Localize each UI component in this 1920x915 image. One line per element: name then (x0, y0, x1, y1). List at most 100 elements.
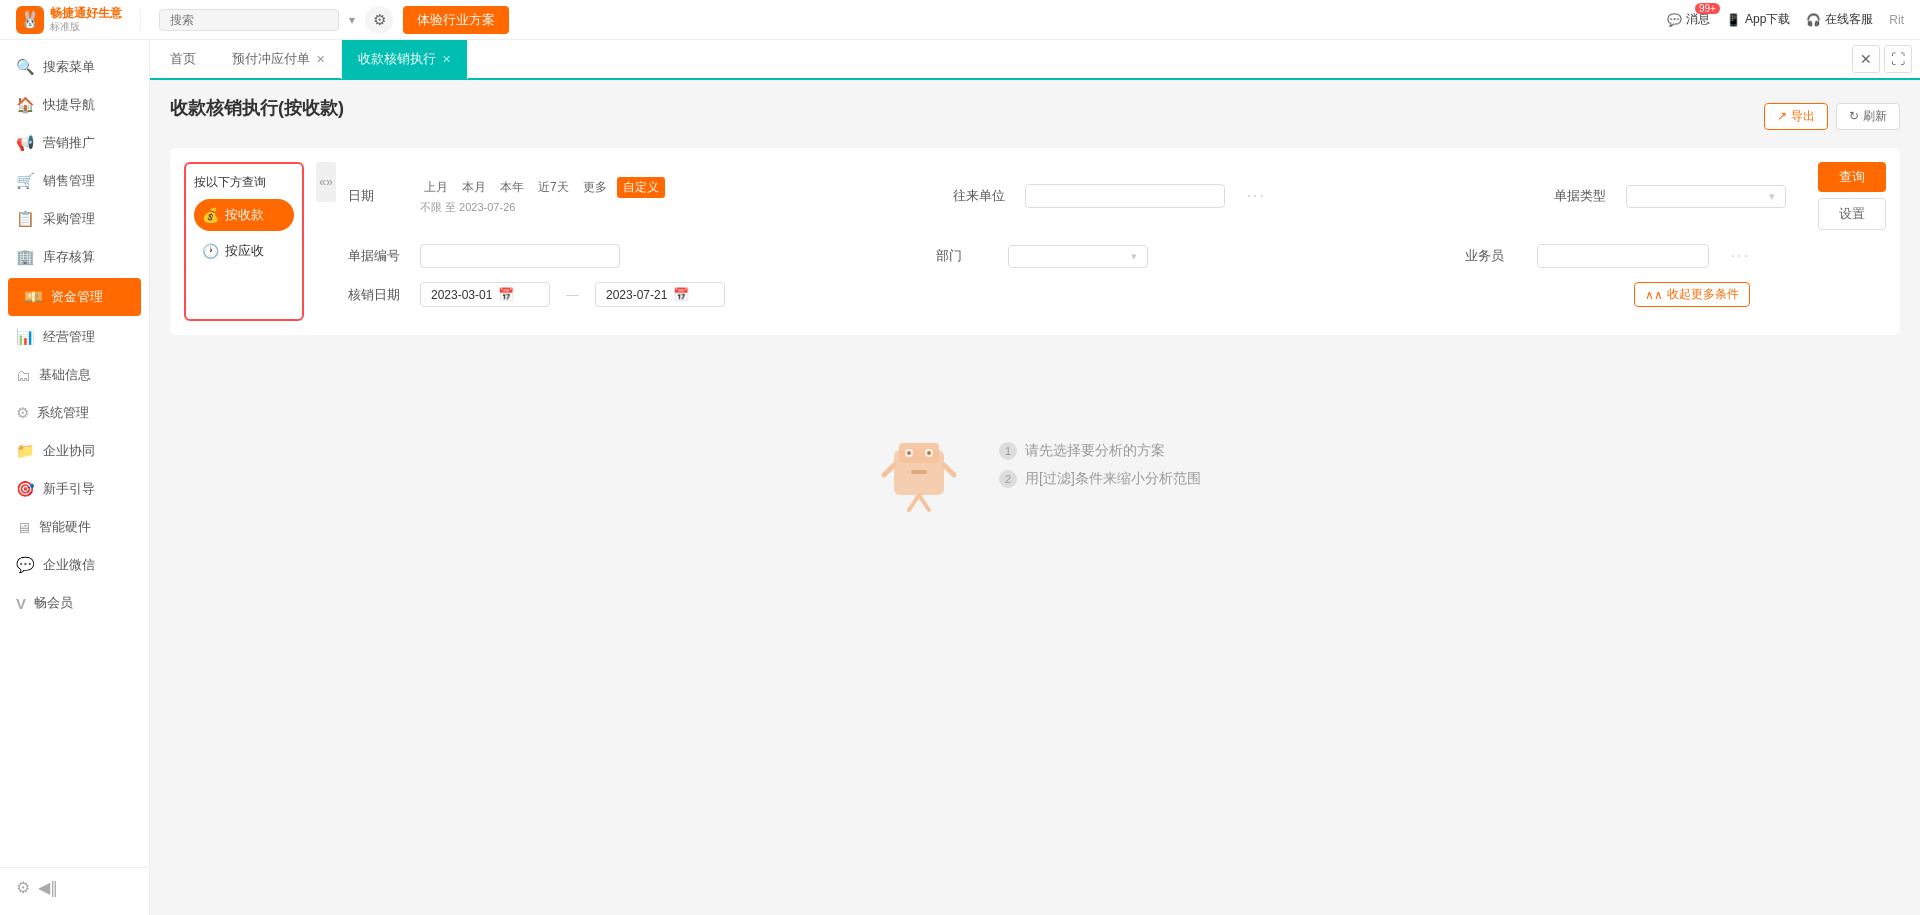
service-label: 在线客服 (1825, 11, 1873, 28)
bill-type-label: 单据类型 (1554, 187, 1610, 205)
date-tab-7days[interactable]: 近7天 (534, 177, 573, 198)
purchase-icon: 📋 (16, 210, 35, 228)
date-unlimited-label: 不限 至 2023-07-26 (420, 200, 665, 215)
message-btn[interactable]: 💬 消息 99+ (1667, 11, 1710, 28)
svg-point-4 (907, 451, 911, 455)
hint-label-2: 用[过滤]条件来缩小分析范围 (1025, 470, 1201, 488)
page-actions: ↗ 导出 ↻ 刷新 (1764, 103, 1900, 130)
sidebar-label-inventory: 库存核算 (43, 248, 95, 266)
filter-option-receipt-label: 按收款 (225, 206, 264, 224)
tab-home[interactable]: 首页 (150, 50, 216, 68)
date-tab-more[interactable]: 更多 (579, 177, 611, 198)
query-btns: 查询 设置 (1818, 162, 1886, 230)
verify-date-start[interactable]: 2023-03-01 📅 (420, 282, 550, 307)
filter-option-by-receivable[interactable]: 🕐 按应收 (194, 235, 294, 267)
staff-input[interactable] (1537, 244, 1709, 268)
bill-type-chevron-icon: ▾ (1769, 190, 1775, 203)
export-label: 导出 (1791, 108, 1815, 125)
staff-dots-icon[interactable]: ··· (1731, 247, 1750, 265)
sidebar-item-search[interactable]: 🔍 搜索菜单 (0, 48, 149, 86)
counterpart-dots-icon[interactable]: ··· (1247, 187, 1266, 205)
bill-type-select[interactable]: ▾ (1626, 185, 1786, 208)
dept-select[interactable]: ▾ (1008, 245, 1148, 268)
sidebar-label-guide: 新手引导 (43, 480, 95, 498)
tab-prepay-close-icon[interactable]: ✕ (316, 53, 325, 66)
sidebar-item-nav[interactable]: 🏠 快捷导航 (0, 86, 149, 124)
edition-label: 标准版 (50, 21, 122, 33)
verify-date-start-value: 2023-03-01 (431, 288, 492, 302)
search-input[interactable] (159, 9, 339, 31)
online-service-btn[interactable]: 🎧 在线客服 (1806, 11, 1873, 28)
sidebar-label-system: 系统管理 (37, 404, 89, 422)
sidebar-label-hardware: 智能硬件 (39, 518, 91, 536)
refresh-label: 刷新 (1863, 108, 1887, 125)
counterpart-input[interactable] (1025, 184, 1225, 208)
search-chevron-icon[interactable]: ▾ (349, 13, 355, 27)
verify-date-end-cal-icon[interactable]: 📅 (673, 287, 689, 302)
date-tab-custom[interactable]: 自定义 (617, 177, 665, 198)
sidebar-item-finance[interactable]: 💴 资金管理 (8, 278, 141, 316)
date-tab-thismonth[interactable]: 本月 (458, 177, 490, 198)
tab-close-all-icon[interactable]: ✕ (1852, 45, 1880, 73)
filter-collapse-btn[interactable]: «» (316, 162, 336, 202)
service-icon: 🎧 (1806, 13, 1821, 27)
settings-bottom-icon[interactable]: ⚙ (16, 878, 30, 897)
date-tab-lastmonth[interactable]: 上月 (420, 177, 452, 198)
sidebar-item-marketing[interactable]: 📢 营销推广 (0, 124, 149, 162)
tab-prepay[interactable]: 预付冲应付单 ✕ (216, 40, 342, 79)
sidebar-item-guide[interactable]: 🎯 新手引导 (0, 470, 149, 508)
sidebar-item-wechat[interactable]: 💬 企业微信 (0, 546, 149, 584)
user-name[interactable]: Rit (1889, 13, 1904, 27)
tab-prepay-label: 预付冲应付单 (232, 50, 310, 68)
sidebar: 🔍 搜索菜单 🏠 快捷导航 📢 营销推广 🛒 销售管理 📋 采购管理 🏢 库存核… (0, 40, 150, 915)
settings-gear-icon[interactable]: ⚙ (365, 6, 393, 34)
sidebar-bottom: ⚙ ◀‖ (0, 867, 149, 907)
verify-date-start-cal-icon[interactable]: 📅 (498, 287, 514, 302)
setting-btn[interactable]: 设置 (1818, 198, 1886, 230)
sidebar-label-marketing: 营销推广 (43, 134, 95, 152)
filter-option-by-receipt[interactable]: 💰 按收款 (194, 199, 294, 231)
sidebar-item-operations[interactable]: 📊 经营管理 (0, 318, 149, 356)
sidebar-item-member[interactable]: V 畅会员 (0, 584, 149, 622)
bill-no-input[interactable] (420, 244, 620, 268)
hardware-icon: 🖥 (16, 519, 31, 536)
sidebar-item-basic-info[interactable]: 🗂 基础信息 (0, 356, 149, 394)
verify-date-end[interactable]: 2023-07-21 📅 (595, 282, 725, 307)
sidebar-item-sales[interactable]: 🛒 销售管理 (0, 162, 149, 200)
main-layout: 🔍 搜索菜单 🏠 快捷导航 📢 营销推广 🛒 销售管理 📋 采购管理 🏢 库存核… (0, 40, 1920, 915)
date-tab-thisyear[interactable]: 本年 (496, 177, 528, 198)
expand-conditions-btn[interactable]: ∧∧ 收起更多条件 (1634, 282, 1750, 307)
expand-icon: ∧∧ (1645, 288, 1663, 302)
tab-verify-close-icon[interactable]: ✕ (442, 53, 451, 66)
inventory-icon: 🏢 (16, 248, 35, 266)
industry-btn[interactable]: 体验行业方案 (403, 6, 509, 34)
tab-verify[interactable]: 收款核销执行 ✕ (342, 40, 468, 79)
sidebar-item-collab[interactable]: 📁 企业协同 (0, 432, 149, 470)
export-btn[interactable]: ↗ 导出 (1764, 103, 1828, 130)
app-download-label: App下载 (1745, 11, 1790, 28)
query-btn[interactable]: 查询 (1818, 162, 1886, 192)
tab-bar-actions: ✕ ⛶ (1852, 45, 1920, 73)
filter-row-2: 单据编号 部门 ▾ 业务员 ··· (348, 244, 1886, 268)
sidebar-label-basic-info: 基础信息 (39, 366, 91, 384)
date-separator: — (566, 287, 579, 302)
receipt-icon: 💰 (202, 207, 219, 223)
tab-maximize-icon[interactable]: ⛶ (1884, 45, 1912, 73)
sidebar-label-search: 搜索菜单 (43, 58, 95, 76)
app-download-btn[interactable]: 📱 App下载 (1726, 11, 1790, 28)
nav-icon: 🏠 (16, 96, 35, 114)
sidebar-label-nav: 快捷导航 (43, 96, 95, 114)
guide-icon: 🎯 (16, 480, 35, 498)
sidebar-item-purchase[interactable]: 📋 采购管理 (0, 200, 149, 238)
expand-label: 收起更多条件 (1667, 286, 1739, 303)
sidebar-item-hardware[interactable]: 🖥 智能硬件 (0, 508, 149, 546)
empty-state: 1 请先选择要分析的方案 2 用[过滤]条件来缩小分析范围 (170, 355, 1900, 575)
filter-title-label: 按以下方查询 (194, 174, 266, 191)
message-icon: 💬 (1667, 13, 1682, 27)
sidebar-item-system[interactable]: ⚙ 系统管理 (0, 394, 149, 432)
top-bar: 🐰 畅捷通好生意 标准版 ▾ ⚙ 体验行业方案 💬 消息 99+ 📱 App下载… (0, 0, 1920, 40)
sidebar-item-inventory[interactable]: 🏢 库存核算 (0, 238, 149, 276)
system-icon: ⚙ (16, 404, 29, 422)
collapse-sidebar-icon[interactable]: ◀‖ (38, 878, 58, 897)
refresh-btn[interactable]: ↻ 刷新 (1836, 103, 1900, 130)
